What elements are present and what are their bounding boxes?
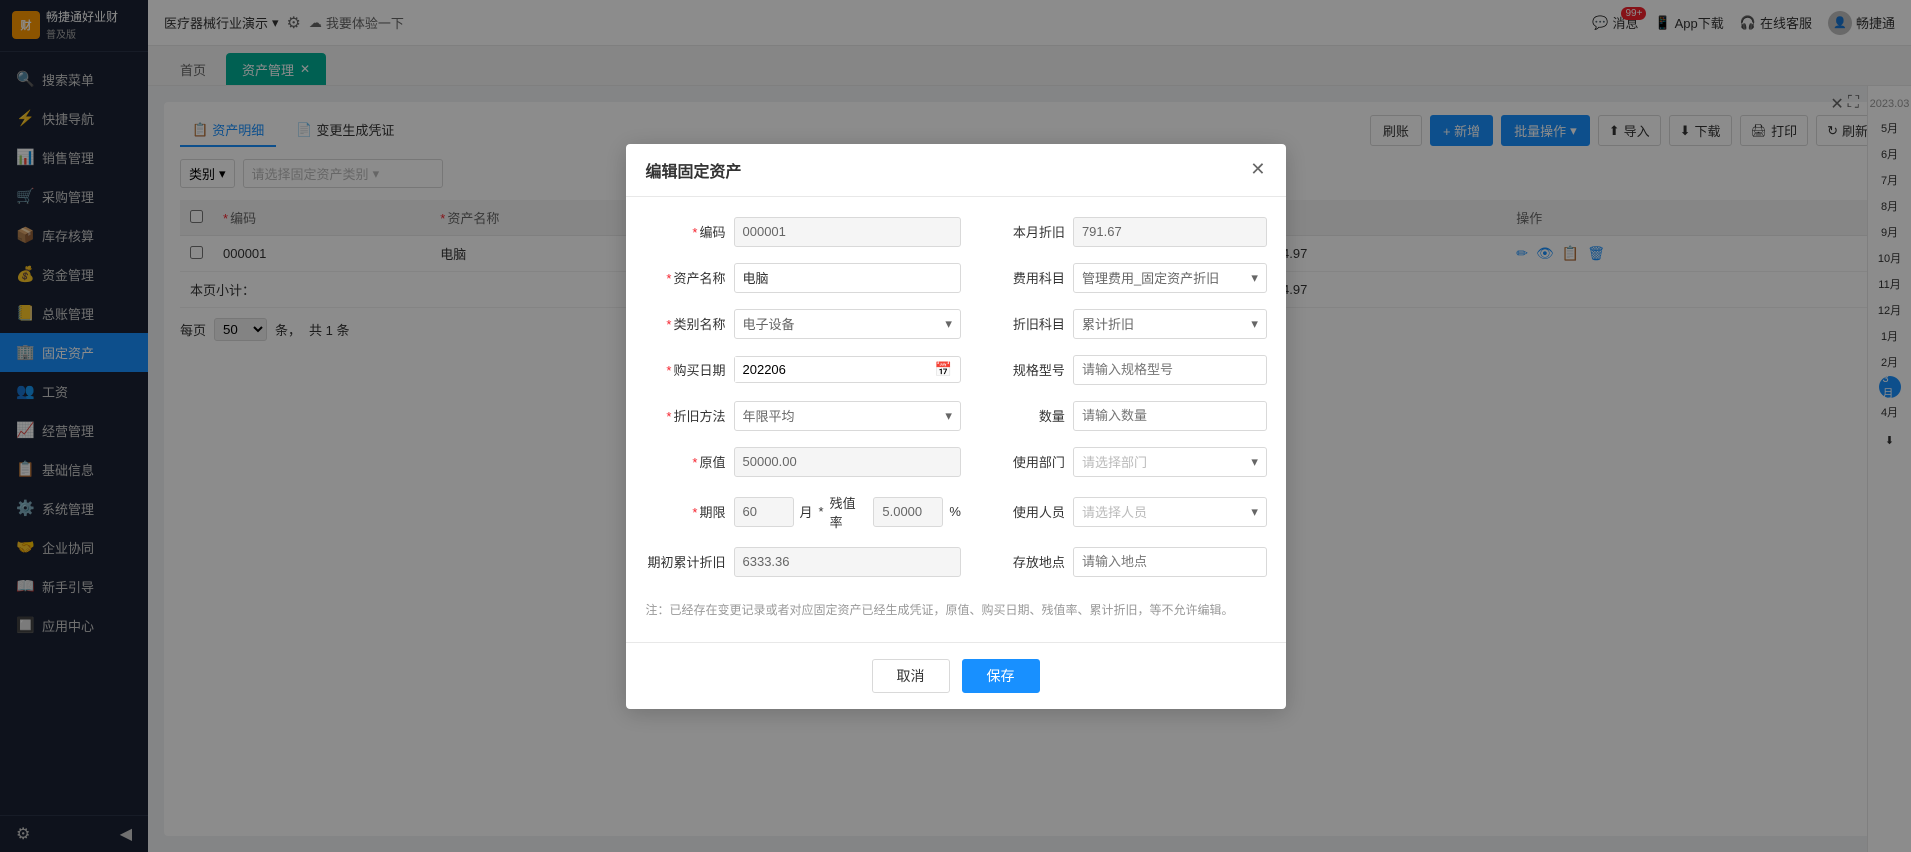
quantity-label: 数量 bbox=[985, 406, 1065, 425]
form-row-expense-subject: 费用科目 管理费用_固定资产折旧 ▾ bbox=[985, 263, 1267, 293]
location-input[interactable] bbox=[1073, 547, 1267, 577]
chevron-down-icon: ▾ bbox=[1251, 270, 1258, 286]
form-row-department: 使用部门 请选择部门 ▾ bbox=[985, 447, 1267, 477]
asset-name-label: *资产名称 bbox=[646, 268, 726, 287]
form-row-category: *类别名称 电子设备 ▾ bbox=[646, 309, 961, 339]
save-button[interactable]: 保存 bbox=[962, 659, 1040, 693]
category-select[interactable]: 电子设备 ▾ bbox=[734, 309, 961, 339]
chevron-down-icon: ▾ bbox=[945, 408, 952, 424]
cancel-button[interactable]: 取消 bbox=[872, 659, 950, 693]
monthly-dep-input bbox=[1073, 217, 1267, 247]
dep-method-label: *折旧方法 bbox=[646, 406, 726, 425]
form-row-location: 存放地点 bbox=[985, 547, 1267, 577]
chevron-down-icon: ▾ bbox=[1251, 454, 1258, 470]
expense-subject-value: 管理费用_固定资产折旧 bbox=[1082, 268, 1219, 287]
dep-method-value: 年限平均 bbox=[743, 406, 795, 425]
form-row-quantity: 数量 bbox=[985, 401, 1267, 431]
expense-subject-select[interactable]: 管理费用_固定资产折旧 ▾ bbox=[1073, 263, 1267, 293]
person-placeholder: 请选择人员 bbox=[1082, 502, 1147, 521]
period-unit: 月 bbox=[800, 502, 813, 521]
code-label: *编码 bbox=[646, 222, 726, 241]
residual-rate-label: 残值率 bbox=[830, 493, 868, 531]
monthly-dep-label: 本月折旧 bbox=[985, 222, 1065, 241]
period-label: *期限 bbox=[646, 502, 726, 521]
dep-subject-select[interactable]: 累计折旧 ▾ bbox=[1073, 309, 1267, 339]
purchase-date-label: *购买日期 bbox=[646, 360, 726, 379]
original-value-input bbox=[734, 447, 961, 477]
form-row-dep-subject: 折旧科目 累计折旧 ▾ bbox=[985, 309, 1267, 339]
expense-subject-label: 费用科目 bbox=[985, 268, 1065, 287]
department-placeholder: 请选择部门 bbox=[1082, 452, 1147, 471]
period-inline: 月 * 残值率 % bbox=[734, 493, 961, 531]
chevron-down-icon: ▾ bbox=[945, 316, 952, 332]
modal-title: 编辑固定资产 bbox=[646, 158, 742, 182]
form-row-name: *资产名称 bbox=[646, 263, 961, 293]
initial-dep-label: 期初累计折旧 bbox=[646, 552, 726, 571]
form-row-original-value: *原值 bbox=[646, 447, 961, 477]
modal-header: 编辑固定资产 ✕ bbox=[626, 144, 1286, 197]
modal-footer: 取消 保存 bbox=[626, 642, 1286, 709]
form-row-purchase-date: *购买日期 📅 bbox=[646, 355, 961, 385]
purchase-date-field[interactable] bbox=[735, 357, 927, 382]
person-select[interactable]: 请选择人员 ▾ bbox=[1073, 497, 1267, 527]
dep-subject-value: 累计折旧 bbox=[1082, 314, 1134, 333]
modal-note: 注：已经存在变更记录或者对应固定资产已经生成凭证，原值、购买日期、残值率、累计折… bbox=[646, 593, 1267, 622]
department-label: 使用部门 bbox=[985, 452, 1065, 471]
location-label: 存放地点 bbox=[985, 552, 1065, 571]
form-row-initial-dep: 期初累计折旧 bbox=[646, 547, 961, 577]
dep-method-select[interactable]: 年限平均 ▾ bbox=[734, 401, 961, 431]
period-input bbox=[734, 497, 794, 527]
chevron-down-icon: ▾ bbox=[1251, 504, 1258, 520]
category-value: 电子设备 bbox=[743, 314, 795, 333]
modal-body: *编码 本月折旧 *资产名称 费用科目 bbox=[626, 197, 1286, 642]
edit-asset-modal: 编辑固定资产 ✕ *编码 本月折旧 bbox=[626, 144, 1286, 709]
form-row-spec: 规格型号 bbox=[985, 355, 1267, 385]
modal-form: *编码 本月折旧 *资产名称 费用科目 bbox=[646, 217, 1266, 622]
modal-close-button[interactable]: ✕ bbox=[1250, 159, 1265, 180]
dep-subject-label: 折旧科目 bbox=[985, 314, 1065, 333]
modal-overlay: 编辑固定资产 ✕ *编码 本月折旧 bbox=[0, 0, 1911, 852]
asset-name-input[interactable] bbox=[734, 263, 961, 293]
form-row-dep-method: *折旧方法 年限平均 ▾ bbox=[646, 401, 961, 431]
department-select[interactable]: 请选择部门 ▾ bbox=[1073, 447, 1267, 477]
form-row-code: *编码 bbox=[646, 217, 961, 247]
residual-rate-input bbox=[873, 497, 943, 527]
spec-label: 规格型号 bbox=[985, 360, 1065, 379]
chevron-down-icon: ▾ bbox=[1251, 316, 1258, 332]
form-row-person: 使用人员 请选择人员 ▾ bbox=[985, 493, 1267, 531]
form-row-period: *期限 月 * 残值率 % bbox=[646, 493, 961, 531]
calendar-icon[interactable]: 📅 bbox=[927, 361, 960, 378]
initial-dep-input bbox=[734, 547, 961, 577]
purchase-date-input[interactable]: 📅 bbox=[734, 356, 961, 383]
quantity-input[interactable] bbox=[1073, 401, 1267, 431]
residual-rate-unit: % bbox=[949, 504, 961, 519]
original-value-label: *原值 bbox=[646, 452, 726, 471]
code-input[interactable] bbox=[734, 217, 961, 247]
spec-input[interactable] bbox=[1073, 355, 1267, 385]
category-label: *类别名称 bbox=[646, 314, 726, 333]
person-label: 使用人员 bbox=[985, 502, 1065, 521]
form-row-monthly-dep: 本月折旧 bbox=[985, 217, 1267, 247]
